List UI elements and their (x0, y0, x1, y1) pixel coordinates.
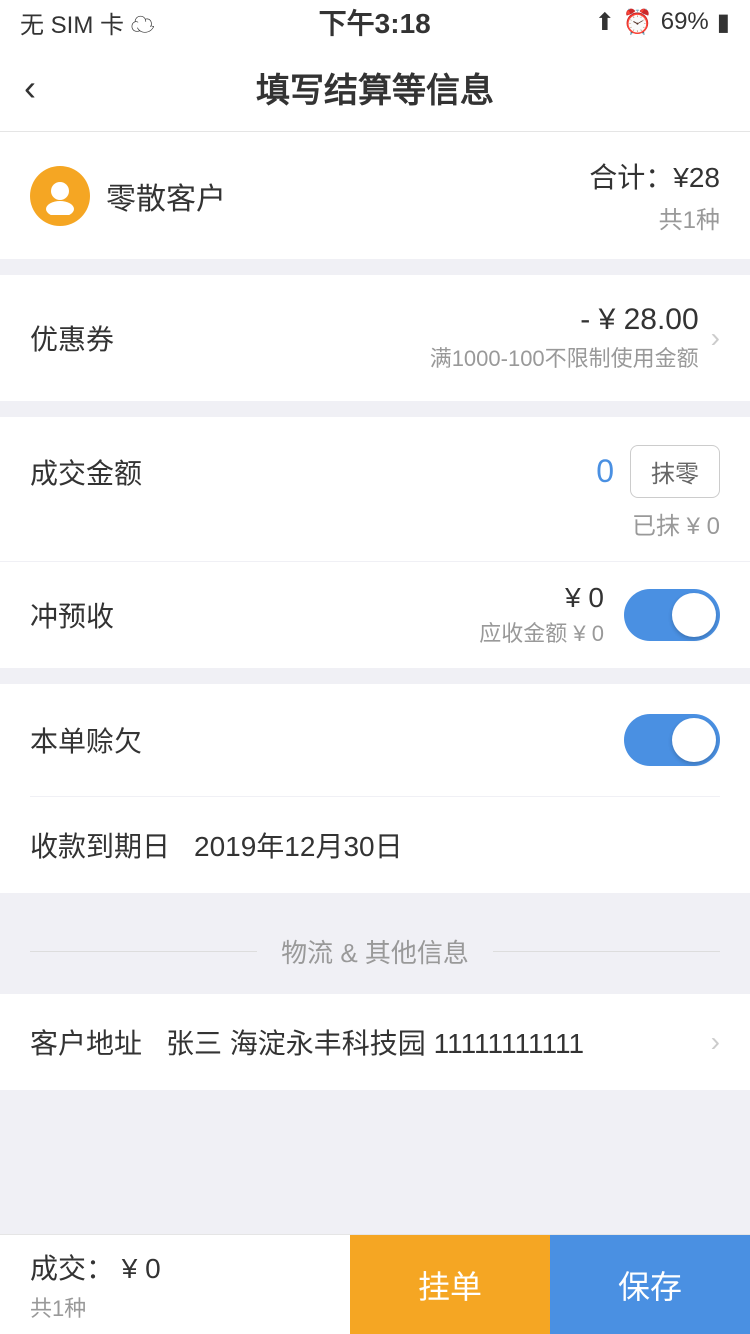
nav-bar: ‹ 填写结算等信息 (0, 44, 750, 132)
bottom-deal: 成交： ¥ 0 (30, 1247, 320, 1287)
deal-label: 成交金额 (30, 452, 142, 492)
chong-label: 冲预收 (30, 595, 114, 635)
address-row[interactable]: 客户地址 张三 海淀永丰科技园 11111111111 › (0, 994, 750, 1090)
total-count: 共1种 (589, 200, 720, 235)
date-label: 收款到期日 (30, 825, 170, 865)
status-right: ⬆ ⏰ 69% ▮ (595, 8, 730, 37)
deal-section: 成交金额 0 抹零 已抹 ¥ 0 冲预收 ¥ 0 应收金额 ¥ 0 (0, 417, 750, 668)
bottom-deal-value: ¥ 0 (122, 1253, 161, 1284)
back-button[interactable]: ‹ (24, 67, 36, 109)
chong-sub: 应收金额 ¥ 0 (479, 616, 604, 648)
bottom-count: 共1种 (30, 1291, 320, 1323)
coupon-value-block: - ¥ 28.00 满1000-100不限制使用金额 (430, 303, 699, 373)
status-time: 下午3:18 (319, 2, 431, 42)
address-label: 客户地址 (30, 1022, 142, 1062)
coupon-right: - ¥ 28.00 满1000-100不限制使用金额 › (430, 303, 720, 373)
customer-right: 合计：¥28 共1种 (589, 156, 720, 235)
chong-amount: ¥ 0 (479, 582, 604, 614)
chong-right: ¥ 0 应收金额 ¥ 0 (479, 582, 720, 648)
coupon-row[interactable]: 优惠券 - ¥ 28.00 满1000-100不限制使用金额 › (0, 275, 750, 401)
hang-button[interactable]: 挂单 (350, 1235, 550, 1334)
sheqian-label: 本单赊欠 (30, 720, 142, 760)
date-row: 收款到期日 2019年12月30日 (0, 797, 750, 893)
battery-text: 69% (661, 8, 709, 36)
coupon-label: 优惠券 (30, 318, 114, 358)
status-left: 无 SIM 卡 ☁ (20, 5, 155, 40)
total-amount: 合计：¥28 (589, 156, 720, 196)
status-bar: 无 SIM 卡 ☁ 下午3:18 ⬆ ⏰ 69% ▮ (0, 0, 750, 44)
address-value: 张三 海淀永丰科技园 11111111111 (166, 1022, 711, 1062)
coupon-section[interactable]: 优惠券 - ¥ 28.00 满1000-100不限制使用金额 › (0, 275, 750, 401)
round-button[interactable]: 抹零 (630, 445, 720, 498)
spacer (0, 1106, 750, 1226)
location-icon: ⬆ (595, 8, 615, 37)
address-chevron-icon: › (711, 1026, 720, 1058)
chong-value-block: ¥ 0 应收金额 ¥ 0 (479, 582, 604, 648)
bottom-info: 成交： ¥ 0 共1种 (0, 1235, 350, 1334)
signal-text: 无 SIM 卡 ☁ (20, 5, 155, 40)
chong-toggle[interactable] (624, 589, 720, 641)
deal-sub: 已抹 ¥ 0 (0, 506, 750, 561)
customer-name: 零散客户 (106, 174, 226, 218)
sheqian-toggle-knob (672, 718, 716, 762)
date-value: 2019年12月30日 (194, 825, 403, 865)
logistics-text: 物流 & 其他信息 (257, 933, 493, 970)
deal-row: 成交金额 0 抹零 (0, 417, 750, 506)
sheqian-row: 本单赊欠 (0, 684, 750, 796)
toggle-knob (672, 593, 716, 637)
customer-section: 零散客户 合计：¥28 共1种 (0, 132, 750, 259)
bottom-bar: 成交： ¥ 0 共1种 挂单 保存 (0, 1234, 750, 1334)
sheqian-toggle[interactable] (624, 714, 720, 766)
logistics-line-left (30, 951, 257, 952)
logistics-line-right (493, 951, 720, 952)
sheqian-section: 本单赊欠 收款到期日 2019年12月30日 (0, 684, 750, 893)
customer-row: 零散客户 合计：¥28 共1种 (0, 132, 750, 259)
coupon-sub: 满1000-100不限制使用金额 (430, 341, 699, 373)
logistics-header: 物流 & 其他信息 (0, 909, 750, 994)
save-button[interactable]: 保存 (550, 1235, 750, 1334)
chevron-right-icon: › (711, 322, 720, 354)
alarm-icon: ⏰ (623, 8, 653, 37)
bottom-deal-label: 成交： (30, 1253, 114, 1284)
coupon-amount: - ¥ 28.00 (430, 303, 699, 337)
deal-value[interactable]: 0 (596, 453, 614, 490)
address-section[interactable]: 客户地址 张三 海淀永丰科技园 11111111111 › (0, 994, 750, 1090)
customer-left: 零散客户 (30, 166, 226, 226)
deal-input-block: 0 抹零 (596, 445, 720, 498)
battery-icon: ▮ (717, 8, 730, 37)
page-title: 填写结算等信息 (256, 63, 494, 112)
chong-row: 冲预收 ¥ 0 应收金额 ¥ 0 (0, 561, 750, 668)
avatar (30, 166, 90, 226)
